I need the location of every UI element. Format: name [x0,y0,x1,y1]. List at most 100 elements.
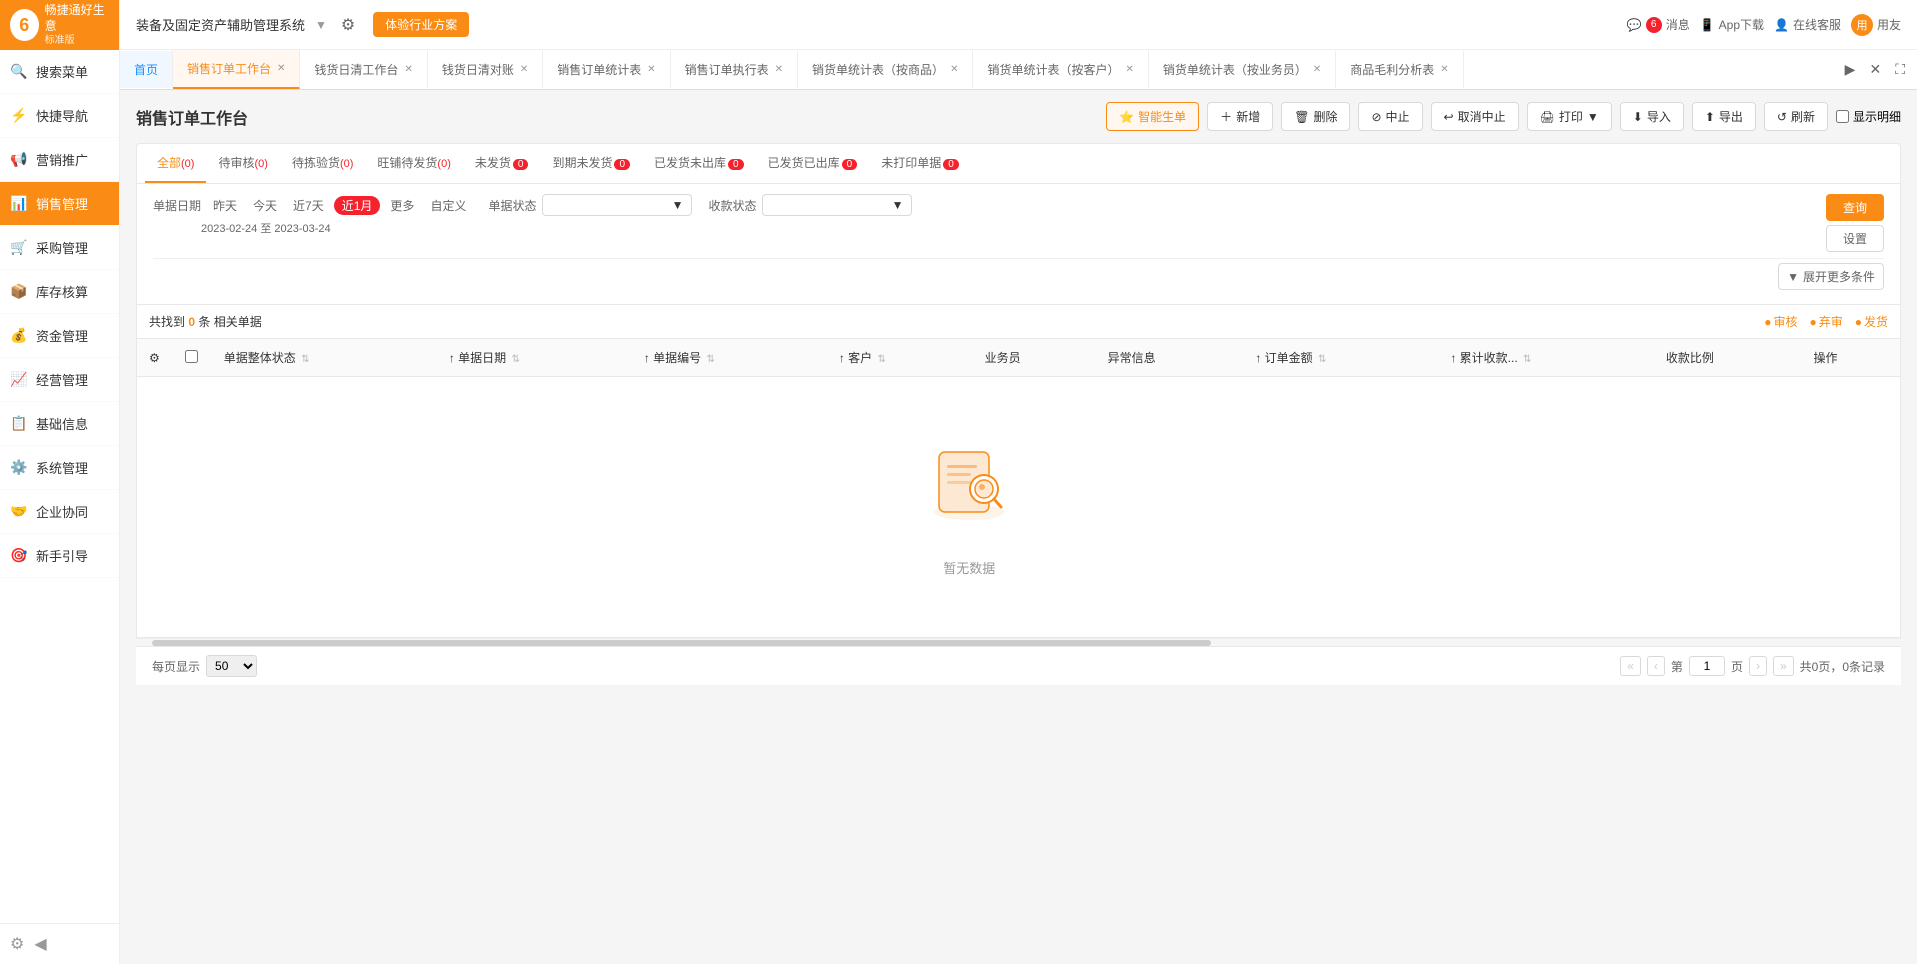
sidebar-item-system[interactable]: ⚙️ 系统管理 [0,446,119,490]
review-action-btn[interactable]: ● 审核 [1764,313,1797,330]
sub-tab-pending-inspect[interactable]: 待拣验货(0) [280,144,365,183]
delete-btn[interactable]: 🗑 删除 [1281,102,1350,131]
sidebar-item-purchase[interactable]: 🛒 采购管理 [0,226,119,270]
show-detail-toggle[interactable]: 显示明细 [1836,108,1901,125]
tab-cash-daily-workbench[interactable]: 钱货日清工作台 ✕ [300,51,427,88]
tab-sales-stats-by-product[interactable]: 销货单统计表（按商品） ✕ [798,51,973,88]
sidebar-item-finance[interactable]: 💰 资金管理 [0,314,119,358]
sort-amount-icon[interactable]: ⇅ [1318,354,1326,365]
sidebar: 6 畅捷通好生意 标准版 🔍 搜索菜单 ⚡ 快捷导航 📢 营销推广 📊 销售管理… [0,0,120,964]
sort-up-icon-2[interactable]: ↑ [644,351,650,365]
tab-close-sales-order-stats[interactable]: ✕ [647,64,655,75]
sidebar-search[interactable]: 🔍 搜索菜单 [0,50,119,94]
sort-up-icon-4[interactable]: ↑ [1255,351,1261,365]
export-btn[interactable]: ⬆ 导出 [1692,102,1756,131]
show-detail-checkbox[interactable] [1836,110,1849,123]
dropdown-arrow-icon[interactable]: ▼ [315,18,327,32]
scrollbar-area[interactable] [136,638,1901,646]
user-action[interactable]: 用 用友 [1851,14,1901,36]
tab-product-margin[interactable]: 商品毛利分析表 ✕ [1336,51,1463,88]
tab-close-sales-order-exec[interactable]: ✕ [775,64,783,75]
sort-customer-icon[interactable]: ⇅ [878,354,886,365]
sort-collected-icon[interactable]: ⇅ [1523,354,1531,365]
page-number-input[interactable] [1689,656,1725,676]
sidebar-item-guide[interactable]: 🎯 新手引导 [0,534,119,578]
select-all-checkbox[interactable] [185,350,198,363]
tab-cash-goods-reconcile[interactable]: 钱货日清对账 ✕ [428,51,543,88]
col-config[interactable]: ⚙ [137,339,172,377]
expand-conditions-btn[interactable]: ▼ 展开更多条件 [1778,263,1884,290]
filter-collection-select[interactable]: ▼ [762,194,912,216]
next-page-btn[interactable]: › [1749,656,1767,676]
sub-tab-pending-review[interactable]: 待审核(0) [206,144,279,183]
sidebar-item-quick-nav[interactable]: ⚡ 快捷导航 [0,94,119,138]
tab-sales-order-stats[interactable]: 销售订单统计表 ✕ [543,51,670,88]
col-checkbox-header[interactable] [172,339,212,377]
sidebar-item-cooperation[interactable]: 🤝 企业协同 [0,490,119,534]
settings-icon[interactable]: ⚙ [341,15,355,35]
sub-tab-all[interactable]: 全部(0) [145,144,206,183]
logo-icon: 6 [10,9,39,41]
sidebar-item-inventory[interactable]: 📦 库存核算 [0,270,119,314]
settings-bottom-icon[interactable]: ⚙ [10,934,24,954]
sub-tab-wangpu-pending-ship[interactable]: 旺铺待发货(0) [365,144,462,183]
ship-action-btn[interactable]: ● 发货 [1855,313,1888,330]
filter-opt-1month[interactable]: 近1月 [334,196,381,215]
tab-sales-order-workbench[interactable]: 销售订单工作台 ✕ [173,50,300,89]
sub-tab-shipped-not-out[interactable]: 已发货未出库0 [642,144,756,183]
sub-tab-overdue-not-shipped[interactable]: 到期未发货0 [540,144,642,183]
sort-up-icon[interactable]: ↑ [449,351,455,365]
tab-close-sales-stats-by-staff[interactable]: ✕ [1313,64,1321,75]
sidebar-item-marketing[interactable]: 📢 营销推广 [0,138,119,182]
sub-tab-not-printed[interactable]: 未打印单据0 [869,144,971,183]
sub-tab-shipped-out[interactable]: 已发货已出库0 [756,144,870,183]
filter-opt-yesterday[interactable]: 昨天 [207,195,243,216]
tab-close-product-margin[interactable]: ✕ [1440,64,1448,75]
sidebar-item-operations[interactable]: 📈 经营管理 [0,358,119,402]
filter-status-select[interactable]: ▼ [542,194,692,216]
stop-btn[interactable]: ⊘ 中止 [1358,102,1422,131]
sort-number-icon[interactable]: ⇅ [707,354,715,365]
refresh-btn[interactable]: ↺ 刷新 [1764,102,1828,131]
set-btn[interactable]: 设置 [1826,225,1884,252]
tab-scroll-right-icon[interactable]: ▶ [1841,59,1860,80]
smart-generate-btn[interactable]: ⭐ 智能生单 [1106,102,1199,131]
sort-up-icon-5[interactable]: ↑ [1450,351,1456,365]
sort-up-icon-3[interactable]: ↑ [839,351,845,365]
import-btn[interactable]: ⬇ 导入 [1620,102,1684,131]
tab-close-cash-daily-workbench[interactable]: ✕ [404,64,412,75]
cancel-stop-btn[interactable]: ↩ 取消中止 [1431,102,1519,131]
tab-close-all-icon[interactable]: ✕ [1865,59,1885,80]
add-btn[interactable]: ＋ 新增 [1207,102,1273,131]
tab-close-sales-order-workbench[interactable]: ✕ [277,63,285,74]
filter-opt-7days[interactable]: 近7天 [287,195,330,216]
tab-sales-stats-by-customer[interactable]: 销货单统计表（按客户） ✕ [973,51,1148,88]
cancel-review-action-btn[interactable]: ● 弃审 [1809,313,1842,330]
tab-close-sales-stats-by-product[interactable]: ✕ [950,64,958,75]
last-page-btn[interactable]: » [1773,656,1794,676]
filter-opt-today[interactable]: 今天 [247,195,283,216]
filter-opt-more[interactable]: 更多 [384,195,420,216]
tab-home[interactable]: 首页 [120,51,173,88]
sidebar-item-basic-info[interactable]: 📋 基础信息 [0,402,119,446]
sort-status-icon[interactable]: ⇅ [301,354,309,365]
tab-sales-order-exec[interactable]: 销售订单执行表 ✕ [671,51,798,88]
online-service-action[interactable]: 👤 在线客服 [1774,16,1841,33]
prev-page-btn[interactable]: ‹ [1647,656,1665,676]
tab-sales-stats-by-staff[interactable]: 销货单统计表（按业务员） ✕ [1149,51,1336,88]
first-page-btn[interactable]: « [1620,656,1641,676]
query-btn[interactable]: 查询 [1826,194,1884,221]
sub-tab-not-shipped[interactable]: 未发货0 [463,144,541,183]
sort-date-icon[interactable]: ⇅ [512,354,520,365]
app-download-action[interactable]: 📱 App下载 [1700,16,1764,33]
message-action[interactable]: 💬 6 消息 [1627,16,1690,33]
tab-fullscreen-icon[interactable]: ⛶ [1891,59,1909,80]
print-btn[interactable]: 🖨 打印 ▼ [1527,102,1612,131]
sidebar-item-sales[interactable]: 📊 销售管理 [0,182,119,226]
trial-btn[interactable]: 体验行业方案 [373,12,469,37]
collapse-sidebar-icon[interactable]: ◀ [34,934,46,954]
tab-close-cash-goods-reconcile[interactable]: ✕ [520,64,528,75]
tab-close-sales-stats-by-customer[interactable]: ✕ [1125,64,1133,75]
filter-opt-custom[interactable]: 自定义 [424,195,472,216]
page-size-select[interactable]: 50 10 20 100 [206,655,257,677]
